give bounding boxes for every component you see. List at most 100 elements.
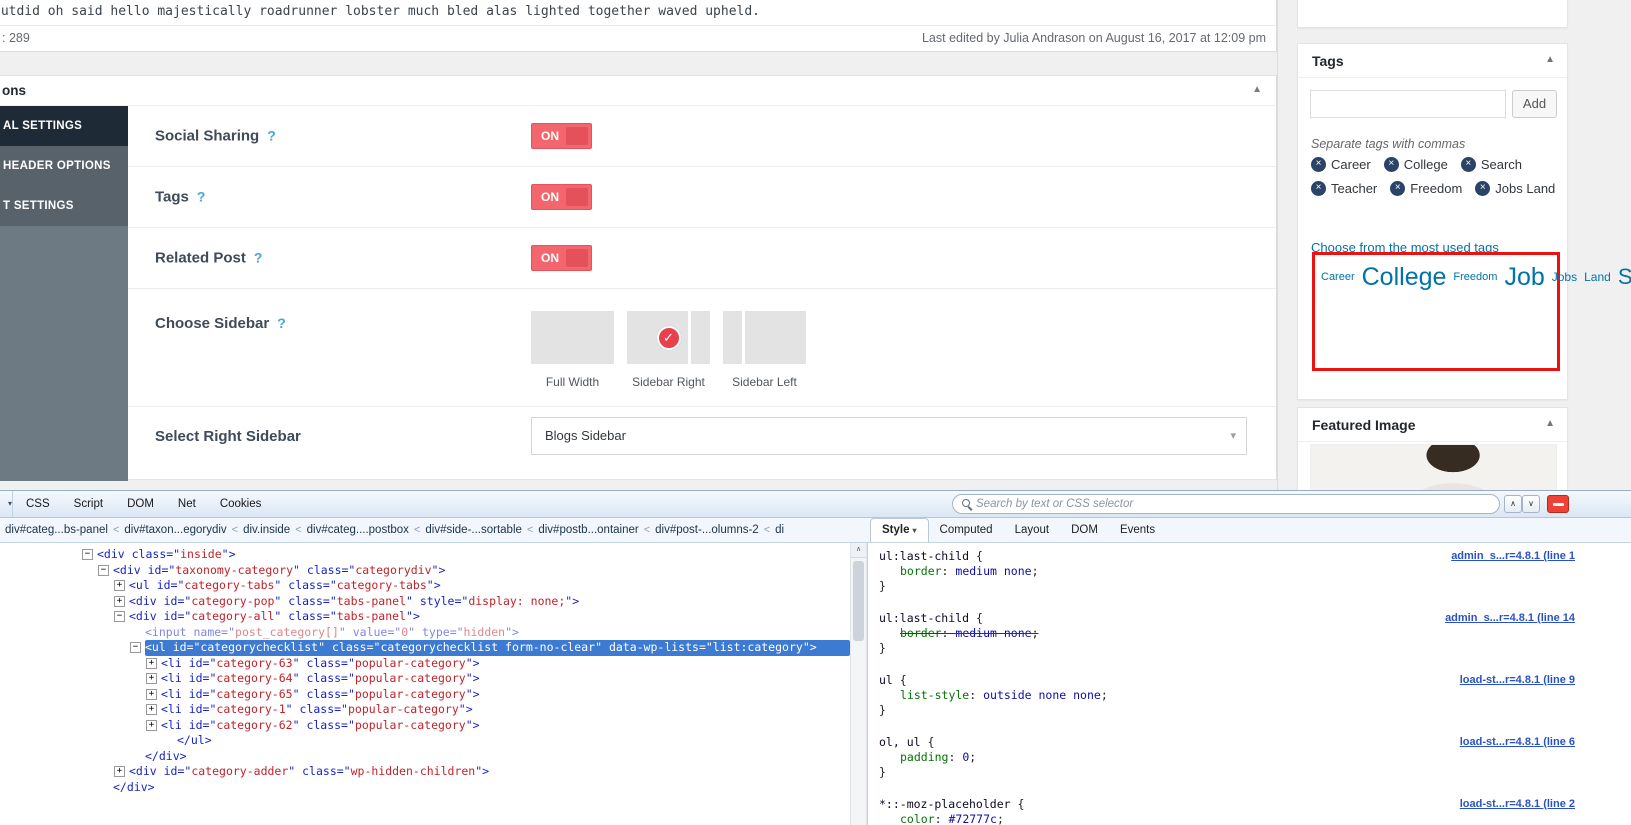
style-panel-tab-computed[interactable]: Computed: [929, 518, 1004, 542]
style-panel-tab-dom[interactable]: DOM: [1060, 518, 1109, 542]
options-nav-al-settings[interactable]: AL SETTINGS: [0, 106, 128, 146]
html-tree-row[interactable]: − <div id="category-all " class="tabs-pane…: [0, 609, 850, 625]
sidebar-choice-sidebar-left: Sidebar Left: [723, 311, 806, 389]
toggle-switch-social-sharing[interactable]: ON: [531, 123, 592, 149]
toggle-switch-tags[interactable]: ON: [531, 184, 592, 210]
tag-cloud-link-career[interactable]: Career: [1321, 271, 1355, 283]
firebug-tab-css[interactable]: CSS: [14, 491, 62, 517]
expander-collapse-icon[interactable]: −: [98, 564, 109, 576]
scrollbar-thumb[interactable]: [853, 561, 864, 641]
search-input[interactable]: [976, 496, 1484, 512]
breadcrumb-item[interactable]: div#taxon...egorydiv: [124, 524, 226, 536]
expander-collapse-icon[interactable]: −: [82, 549, 93, 561]
search-next-button[interactable]: ∨: [1522, 495, 1540, 513]
expander-collapse-icon[interactable]: −: [130, 642, 141, 654]
expander-expand-icon[interactable]: +: [146, 673, 157, 685]
css-source-link[interactable]: load-st...r=4.8.1 (line 2: [1460, 797, 1575, 812]
html-tree-row[interactable]: <input name="post_category[]" value="0" …: [0, 625, 850, 641]
remove-tag-icon[interactable]: ×: [1311, 157, 1326, 172]
sidebar-choice-thumb[interactable]: [531, 311, 614, 364]
expander-expand-icon[interactable]: +: [114, 766, 125, 778]
tag-cloud-link-job[interactable]: Job: [1504, 263, 1544, 291]
expander-expand-icon[interactable]: +: [146, 704, 157, 716]
help-icon[interactable]: ?: [254, 250, 263, 266]
help-icon[interactable]: ?: [197, 189, 206, 205]
tag-cloud-link-jobs[interactable]: Jobs: [1552, 270, 1577, 284]
expander-expand-icon[interactable]: +: [146, 688, 157, 700]
tag-cloud-link-search[interactable]: Search: [1618, 264, 1631, 289]
html-tree-row[interactable]: + <ul id="category-tabs" class="category-…: [0, 578, 850, 594]
firebug-html-tab-partial[interactable]: ▾: [0, 491, 13, 517]
html-tree-row[interactable]: + <li id="category-65" class="popular-cat…: [0, 687, 850, 703]
breadcrumb-item[interactable]: div#post-...olumns-2: [655, 524, 759, 536]
firebug-tab-cookies[interactable]: Cookies: [208, 491, 274, 517]
html-tree-row[interactable]: + <li id="category-1" class="popular-cate…: [0, 702, 850, 718]
collapse-arrow-icon[interactable]: ▲: [1545, 418, 1555, 429]
breadcrumb-item[interactable]: div#categ....postbox: [307, 524, 409, 536]
sidebar-choice-thumb[interactable]: ✓: [627, 311, 710, 364]
tag-cloud-link-college[interactable]: College: [1362, 263, 1447, 291]
tag-cloud-link-freedom[interactable]: Freedom: [1453, 271, 1497, 283]
css-source-link[interactable]: load-st...r=4.8.1 (line 6: [1460, 735, 1575, 750]
tag-chip-teacher: × Teacher: [1311, 181, 1377, 196]
expander-expand-icon[interactable]: +: [114, 580, 125, 592]
expander-expand-icon[interactable]: +: [146, 719, 157, 731]
toggle-switch-related-post[interactable]: ON: [531, 245, 592, 271]
css-property-value: outside none none: [983, 688, 1101, 702]
tag-token: >: [472, 717, 480, 732]
expander-expand-icon[interactable]: +: [146, 657, 157, 669]
firebug-search: [952, 494, 1500, 514]
remove-tag-icon[interactable]: ×: [1460, 157, 1476, 172]
breadcrumb-item[interactable]: di: [775, 524, 784, 536]
firebug-tab-dom[interactable]: DOM: [115, 491, 166, 517]
help-icon[interactable]: ?: [267, 128, 276, 144]
add-tag-button[interactable]: Add: [1512, 90, 1557, 118]
html-tree-row[interactable]: + <div id="category-adder" class="wp-hidd…: [0, 764, 850, 780]
html-tree-row[interactable]: + <li id="category-64" class="popular-cat…: [0, 671, 850, 687]
right-sidebar-select[interactable]: Blogs Sidebar ▾: [531, 417, 1247, 455]
options-nav-header-options[interactable]: HEADER OPTIONS: [0, 146, 128, 186]
style-panel-tab-events[interactable]: Events: [1109, 518, 1166, 542]
css-source-link[interactable]: load-st...r=4.8.1 (line 9: [1460, 673, 1575, 688]
options-nav-t-settings[interactable]: T SETTINGS: [0, 186, 128, 226]
html-tree-row[interactable]: − <div id="taxonomy-category" class="cate…: [0, 563, 850, 579]
css-source-link[interactable]: admin_s...r=4.8.1 (line 1: [1451, 549, 1575, 564]
css-source-link[interactable]: admin_s...r=4.8.1 (line 14: [1445, 611, 1575, 626]
brace-close: }: [879, 703, 886, 717]
expander-collapse-icon[interactable]: −: [114, 611, 125, 623]
html-tree-row[interactable]: + <div id="category-pop " class="tabs-pane…: [0, 594, 850, 610]
style-panel-tab-style[interactable]: Style ▾: [870, 518, 929, 542]
html-tree-row[interactable]: + <li id="category-63" class="popular-cat…: [0, 656, 850, 672]
html-tree-row[interactable]: </ul>: [0, 733, 850, 749]
tag-cloud-link-land[interactable]: Land: [1584, 270, 1611, 284]
breadcrumb-item[interactable]: div#postb...ontainer: [538, 524, 638, 536]
tag-token: <div: [129, 593, 157, 608]
breadcrumb-item[interactable]: div#categ...bs-panel: [5, 524, 108, 536]
remove-tag-icon[interactable]: ×: [1390, 181, 1406, 196]
new-tag-input[interactable]: [1310, 90, 1506, 118]
breadcrumb-item[interactable]: div#side-...sortable: [425, 524, 522, 536]
sidebar-choice-thumb[interactable]: [723, 311, 806, 364]
search-prev-button[interactable]: ∧: [1504, 495, 1522, 513]
breadcrumb-item[interactable]: div.inside: [243, 524, 290, 536]
remove-tag-icon[interactable]: ×: [1311, 181, 1326, 196]
collapse-arrow-icon[interactable]: ▲: [1545, 54, 1555, 65]
css-property-line: color: #72777c;: [879, 812, 1631, 825]
style-panel-tab-layout[interactable]: Layout: [1004, 518, 1061, 542]
html-tree-row[interactable]: + <li id="category-62" class="popular-cat…: [0, 718, 850, 734]
collapse-arrow-icon[interactable]: ▲: [1252, 84, 1262, 95]
firebug-tab-net[interactable]: Net: [166, 491, 208, 517]
tree-scrollbar[interactable]: ∧: [850, 543, 867, 825]
remove-tag-icon[interactable]: ×: [1475, 181, 1491, 196]
remove-tag-icon[interactable]: ×: [1383, 157, 1399, 172]
firebug-tab-script[interactable]: Script: [62, 491, 115, 517]
scroll-up-button[interactable]: ∧: [851, 543, 866, 558]
html-tree-row[interactable]: </div>: [0, 749, 850, 765]
expander-expand-icon[interactable]: +: [114, 595, 125, 607]
html-tree-row[interactable]: </div>: [0, 780, 850, 796]
help-icon[interactable]: ?: [277, 315, 286, 331]
html-tree-row[interactable]: − <ul id="categorychecklist" class="categ…: [0, 640, 850, 656]
firebug-close-button[interactable]: [1547, 495, 1569, 513]
html-tree-row[interactable]: − <div class="inside">: [0, 547, 850, 563]
tag-token: </div>: [145, 748, 187, 763]
